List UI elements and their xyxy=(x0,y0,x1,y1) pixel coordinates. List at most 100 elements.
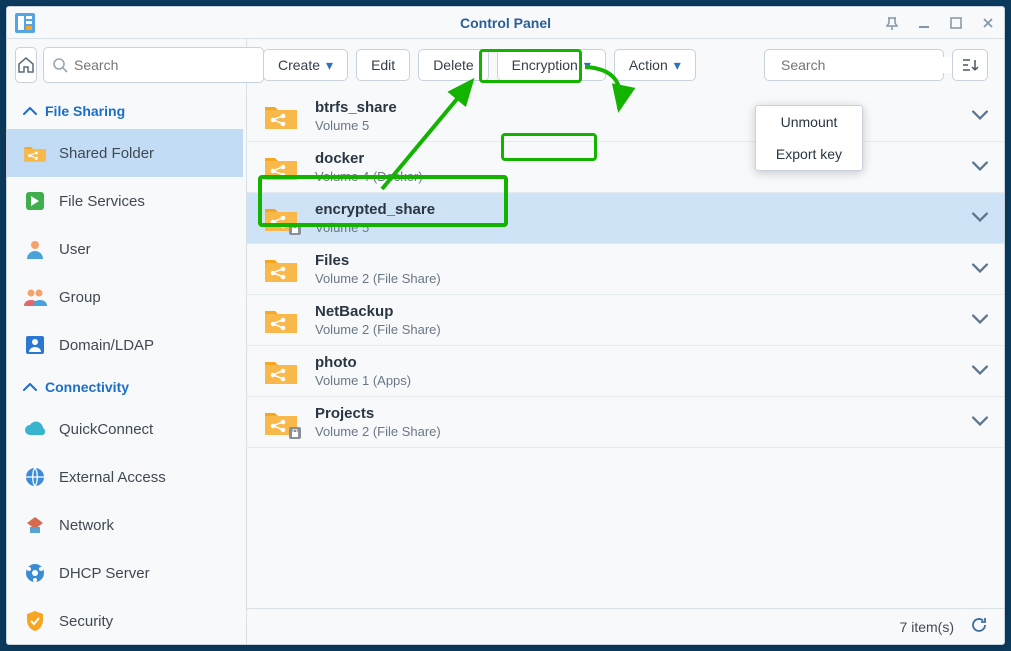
chevron-down-icon[interactable] xyxy=(972,413,988,431)
sidebar-item-external-access[interactable]: External Access xyxy=(7,453,243,501)
sidebar-item-quickconnect[interactable]: QuickConnect xyxy=(7,405,243,453)
toolbar: Create▾ Edit Delete Encryption▾ Action▾ xyxy=(247,39,1004,91)
main-search[interactable] xyxy=(764,49,944,81)
section-header-connectivity[interactable]: Connectivity xyxy=(7,369,243,405)
folder-row[interactable]: encrypted_share Volume 5 xyxy=(247,193,1004,244)
sidebar-item-file-services[interactable]: File Services xyxy=(7,177,243,225)
row-text: Files Volume 2 (File Share) xyxy=(315,252,972,286)
lock-icon xyxy=(289,427,301,439)
folder-name: Projects xyxy=(315,405,972,422)
encryption-button[interactable]: Encryption▾ xyxy=(497,49,606,81)
sidebar-item-label: QuickConnect xyxy=(59,421,153,438)
chevron-down-icon[interactable] xyxy=(972,260,988,278)
folder-name: encrypted_share xyxy=(315,201,972,218)
chevron-down-icon[interactable] xyxy=(972,107,988,125)
row-text: Projects Volume 2 (File Share) xyxy=(315,405,972,439)
domain-icon xyxy=(23,333,47,357)
section-label: Connectivity xyxy=(45,379,129,395)
encryption-dropdown: Unmount Export key xyxy=(755,105,863,171)
caret-down-icon: ▾ xyxy=(326,57,333,74)
globe-icon xyxy=(23,465,47,489)
folder-icon xyxy=(263,203,299,233)
close-icon[interactable] xyxy=(972,7,1004,39)
chevron-up-icon xyxy=(23,107,37,116)
sidebar-item-label: Domain/LDAP xyxy=(59,337,154,354)
edit-button[interactable]: Edit xyxy=(356,49,410,81)
window-title: Control Panel xyxy=(460,15,551,31)
sidebar-scroll[interactable]: File Sharing Shared Folder File Services… xyxy=(7,83,246,644)
folder-row[interactable]: Files Volume 2 (File Share) xyxy=(247,244,1004,295)
sidebar-item-label: User xyxy=(59,241,91,258)
folder-icon xyxy=(263,407,299,437)
folder-row[interactable]: NetBackup Volume 2 (File Share) xyxy=(247,295,1004,346)
folder-row[interactable]: Projects Volume 2 (File Share) xyxy=(247,397,1004,448)
delete-button[interactable]: Delete xyxy=(418,49,488,81)
lock-icon xyxy=(289,223,301,235)
window: Control Panel Fi xyxy=(6,6,1005,645)
folder-subtitle: Volume 5 xyxy=(315,118,972,133)
section-header-file-sharing[interactable]: File Sharing xyxy=(7,93,243,129)
folder-name: Files xyxy=(315,252,972,269)
folder-subtitle: Volume 5 xyxy=(315,220,972,235)
refresh-icon xyxy=(970,616,988,634)
folder-subtitle: Volume 2 (File Share) xyxy=(315,322,972,337)
folder-subtitle: Volume 4 (Docker) xyxy=(315,169,972,184)
app-icon xyxy=(15,13,35,33)
refresh-button[interactable] xyxy=(970,616,988,637)
folder-row[interactable]: photo Volume 1 (Apps) xyxy=(247,346,1004,397)
sidebar-item-label: Network xyxy=(59,517,114,534)
folder-row[interactable]: btrfs_share Volume 5 xyxy=(247,91,1004,142)
sidebar-search[interactable] xyxy=(43,47,264,83)
create-button[interactable]: Create▾ xyxy=(263,49,348,81)
sidebar-item-label: Shared Folder xyxy=(59,145,154,162)
sidebar-search-input[interactable] xyxy=(74,57,255,73)
sidebar-item-label: Group xyxy=(59,289,101,306)
network-icon xyxy=(23,513,47,537)
statusbar: 7 item(s) xyxy=(247,608,1004,644)
cloud-icon xyxy=(23,417,47,441)
action-button[interactable]: Action▾ xyxy=(614,49,696,81)
folder-name: photo xyxy=(315,354,972,371)
folder-row[interactable]: docker Volume 4 (Docker) xyxy=(247,142,1004,193)
sidebar-item-dhcp-server[interactable]: DHCP Server xyxy=(7,549,243,597)
chevron-down-icon[interactable] xyxy=(972,362,988,380)
sidebar-item-label: Security xyxy=(59,613,113,630)
folder-icon xyxy=(263,356,299,386)
sidebar-item-label: External Access xyxy=(59,469,166,486)
home-button[interactable] xyxy=(15,47,37,83)
chevron-up-icon xyxy=(23,383,37,392)
shield-icon xyxy=(23,609,47,633)
maximize-icon[interactable] xyxy=(940,7,972,39)
sidebar-item-shared-folder[interactable]: Shared Folder xyxy=(7,129,243,177)
dropdown-item-export-key[interactable]: Export key xyxy=(756,138,862,170)
minimize-icon[interactable] xyxy=(908,7,940,39)
titlebar-controls xyxy=(876,7,1004,39)
titlebar: Control Panel xyxy=(7,7,1004,39)
sidebar-item-network[interactable]: Network xyxy=(7,501,243,549)
row-text: NetBackup Volume 2 (File Share) xyxy=(315,303,972,337)
folder-subtitle: Volume 1 (Apps) xyxy=(315,373,972,388)
dhcp-icon xyxy=(23,561,47,585)
pin-icon[interactable] xyxy=(876,7,908,39)
chevron-down-icon[interactable] xyxy=(972,209,988,227)
folder-subtitle: Volume 2 (File Share) xyxy=(315,271,972,286)
chevron-down-icon[interactable] xyxy=(972,311,988,329)
folder-name: NetBackup xyxy=(315,303,972,320)
folder-name: docker xyxy=(315,150,972,167)
folder-subtitle: Volume 2 (File Share) xyxy=(315,424,972,439)
folder-list[interactable]: btrfs_share Volume 5 docker Volume 4 (Do… xyxy=(247,91,1004,608)
sidebar-item-domain-ldap[interactable]: Domain/LDAP xyxy=(7,321,243,369)
sidebar-item-user[interactable]: User xyxy=(7,225,243,273)
main-search-input[interactable] xyxy=(781,57,962,73)
main: Create▾ Edit Delete Encryption▾ Action▾ … xyxy=(247,39,1004,644)
sidebar-item-group[interactable]: Group xyxy=(7,273,243,321)
folder-icon xyxy=(263,254,299,284)
chevron-down-icon[interactable] xyxy=(972,158,988,176)
sort-button[interactable] xyxy=(952,49,988,81)
folder-share-icon xyxy=(23,141,47,165)
dropdown-item-unmount[interactable]: Unmount xyxy=(756,106,862,138)
section-label: File Sharing xyxy=(45,103,125,119)
sidebar-item-security[interactable]: Security xyxy=(7,597,243,644)
file-services-icon xyxy=(23,189,47,213)
row-text: encrypted_share Volume 5 xyxy=(315,201,972,235)
